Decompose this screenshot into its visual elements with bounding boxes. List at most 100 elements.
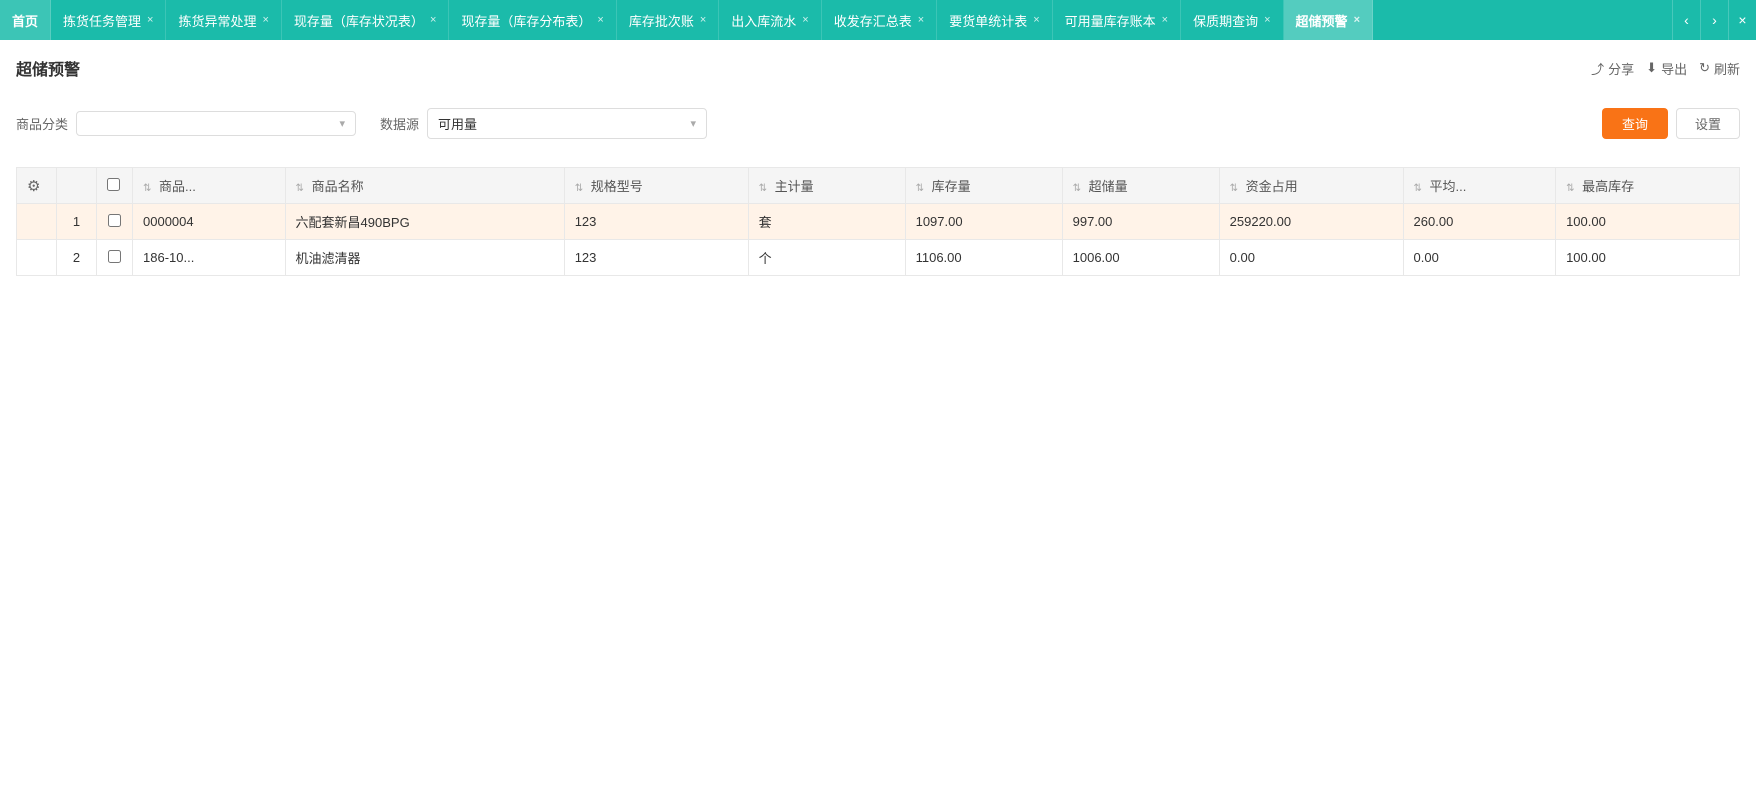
close-icon[interactable]: × <box>262 14 268 26</box>
row-name: 机油滤清器 <box>285 240 564 276</box>
refresh-icon: ↻ <box>1699 60 1710 76</box>
row-checkbox[interactable] <box>108 214 121 227</box>
select-all-checkbox[interactable] <box>107 178 120 191</box>
main-content: 超储预警 ⤴ 分享 ⬇ 导出 ↻ 刷新 商品分类 ▾ 数据源 <box>0 40 1756 800</box>
row-over: 1006.00 <box>1062 240 1219 276</box>
close-icon[interactable]: × <box>597 14 603 26</box>
row-max-stock: 100.00 <box>1556 204 1740 240</box>
sort-icon6: ⇅ <box>1073 183 1081 194</box>
row-over: 997.00 <box>1062 204 1219 240</box>
sort-icon4: ⇅ <box>759 183 767 194</box>
nav-tab-tab-3[interactable]: 现存量（库存状况表）× <box>282 0 449 40</box>
row-code: 0000004 <box>133 204 286 240</box>
header-actions: ⤴ 分享 ⬇ 导出 ↻ 刷新 <box>1591 59 1740 78</box>
th-name: ⇅ 商品名称 <box>285 168 564 204</box>
row-capital: 0.00 <box>1219 240 1403 276</box>
datasource-filter: 数据源 可用量 ▾ <box>380 108 707 139</box>
close-icon[interactable]: × <box>1264 14 1270 26</box>
category-select[interactable]: ▾ <box>76 111 356 136</box>
share-button[interactable]: ⤴ 分享 <box>1591 59 1634 78</box>
export-button[interactable]: ⬇ 导出 <box>1646 59 1687 78</box>
nav-tab-tab-11[interactable]: 超储预警× <box>1284 0 1373 40</box>
th-spec: ⇅ 规格型号 <box>564 168 748 204</box>
th-avg: ⇅ 平均... <box>1403 168 1556 204</box>
row-num: 2 <box>57 240 97 276</box>
row-unit: 套 <box>748 204 905 240</box>
nav-tab-tab-6[interactable]: 出入库流水× <box>719 0 821 40</box>
nav-tab-tab-5[interactable]: 库存批次账× <box>617 0 719 40</box>
nav-tab-tab-8[interactable]: 要货单统计表× <box>937 0 1052 40</box>
th-settings: ⚙ <box>17 168 57 204</box>
row-checkbox-cell <box>97 204 133 240</box>
th-max: ⇅ 最高库存 <box>1556 168 1740 204</box>
page-title: 超储预警 <box>16 56 80 80</box>
nav-tab-tab-7[interactable]: 收发存汇总表× <box>822 0 937 40</box>
page-header: 超储预警 ⤴ 分享 ⬇ 导出 ↻ 刷新 <box>16 56 1740 80</box>
close-icon[interactable]: × <box>147 14 153 26</box>
row-checkbox-cell <box>97 240 133 276</box>
th-capital: ⇅ 资金占用 <box>1219 168 1403 204</box>
table-row: 2 186-10... 机油滤清器 123 个 1106.00 1006.00 … <box>17 240 1740 276</box>
table-header: ⚙ ⇅ 商品... ⇅ 商品名称 ⇅ 规格型号 <box>17 168 1740 204</box>
datasource-label: 数据源 <box>380 114 419 133</box>
nav-arrows: ‹ › × <box>1672 0 1756 40</box>
close-icon[interactable]: × <box>802 14 808 26</box>
row-capital: 259220.00 <box>1219 204 1403 240</box>
row-stock: 1106.00 <box>905 240 1062 276</box>
close-icon[interactable]: × <box>918 14 924 26</box>
gear-icon[interactable]: ⚙ <box>27 178 40 195</box>
sort-icon8: ⇅ <box>1414 183 1422 194</box>
filter-actions: 查询 设置 <box>1602 108 1740 139</box>
th-over: ⇅ 超储量 <box>1062 168 1219 204</box>
nav-tab-tab-4[interactable]: 现存量（库存分布表）× <box>449 0 616 40</box>
nav-home[interactable]: 首页 <box>0 0 51 40</box>
row-settings <box>17 204 57 240</box>
datasource-value: 可用量 <box>438 114 477 133</box>
sort-icon2: ⇅ <box>296 183 304 194</box>
row-checkbox[interactable] <box>108 250 121 263</box>
sort-icon5: ⇅ <box>916 183 924 194</box>
row-spec: 123 <box>564 240 748 276</box>
row-avg: 260.00 <box>1403 204 1556 240</box>
nav-tab-tab-2[interactable]: 拣货异常处理× <box>166 0 281 40</box>
nav-next-btn[interactable]: › <box>1700 0 1728 40</box>
row-avg: 0.00 <box>1403 240 1556 276</box>
row-unit: 个 <box>748 240 905 276</box>
sort-icon9: ⇅ <box>1566 183 1574 194</box>
close-icon[interactable]: × <box>700 14 706 26</box>
category-filter: 商品分类 ▾ <box>16 111 356 136</box>
nav-tab-tab-9[interactable]: 可用量库存账本× <box>1053 0 1181 40</box>
sort-icon7: ⇅ <box>1230 183 1238 194</box>
top-nav: 首页 拣货任务管理×拣货异常处理×现存量（库存状况表）×现存量（库存分布表）×库… <box>0 0 1756 40</box>
table-body: 1 0000004 六配套新昌490BPG 123 套 1097.00 997.… <box>17 204 1740 276</box>
nav-close-btn[interactable]: × <box>1728 0 1756 40</box>
nav-tab-tab-1[interactable]: 拣货任务管理× <box>51 0 166 40</box>
chevron-down-icon: ▾ <box>339 117 345 130</box>
close-icon[interactable]: × <box>1354 14 1360 26</box>
query-button[interactable]: 查询 <box>1602 108 1668 139</box>
row-settings <box>17 240 57 276</box>
filter-bar: 商品分类 ▾ 数据源 可用量 ▾ 查询 设置 <box>16 96 1740 151</box>
close-icon[interactable]: × <box>1033 14 1039 26</box>
row-spec: 123 <box>564 204 748 240</box>
datasource-select[interactable]: 可用量 ▾ <box>427 108 707 139</box>
th-checkbox <box>97 168 133 204</box>
th-unit: ⇅ 主计量 <box>748 168 905 204</box>
setting-button[interactable]: 设置 <box>1676 108 1740 139</box>
data-table: ⚙ ⇅ 商品... ⇅ 商品名称 ⇅ 规格型号 <box>16 167 1740 276</box>
chevron-down-icon2: ▾ <box>691 117 697 130</box>
close-icon[interactable]: × <box>430 14 436 26</box>
table-row: 1 0000004 六配套新昌490BPG 123 套 1097.00 997.… <box>17 204 1740 240</box>
th-code: ⇅ 商品... <box>133 168 286 204</box>
nav-tab-tab-10[interactable]: 保质期查询× <box>1181 0 1283 40</box>
share-icon: ⤴ <box>1591 59 1604 78</box>
nav-prev-btn[interactable]: ‹ <box>1672 0 1700 40</box>
refresh-button[interactable]: ↻ 刷新 <box>1699 59 1740 78</box>
row-code: 186-10... <box>133 240 286 276</box>
row-stock: 1097.00 <box>905 204 1062 240</box>
th-stock: ⇅ 库存量 <box>905 168 1062 204</box>
row-max-stock: 100.00 <box>1556 240 1740 276</box>
export-icon: ⬇ <box>1646 60 1657 76</box>
close-icon[interactable]: × <box>1162 14 1168 26</box>
row-num: 1 <box>57 204 97 240</box>
